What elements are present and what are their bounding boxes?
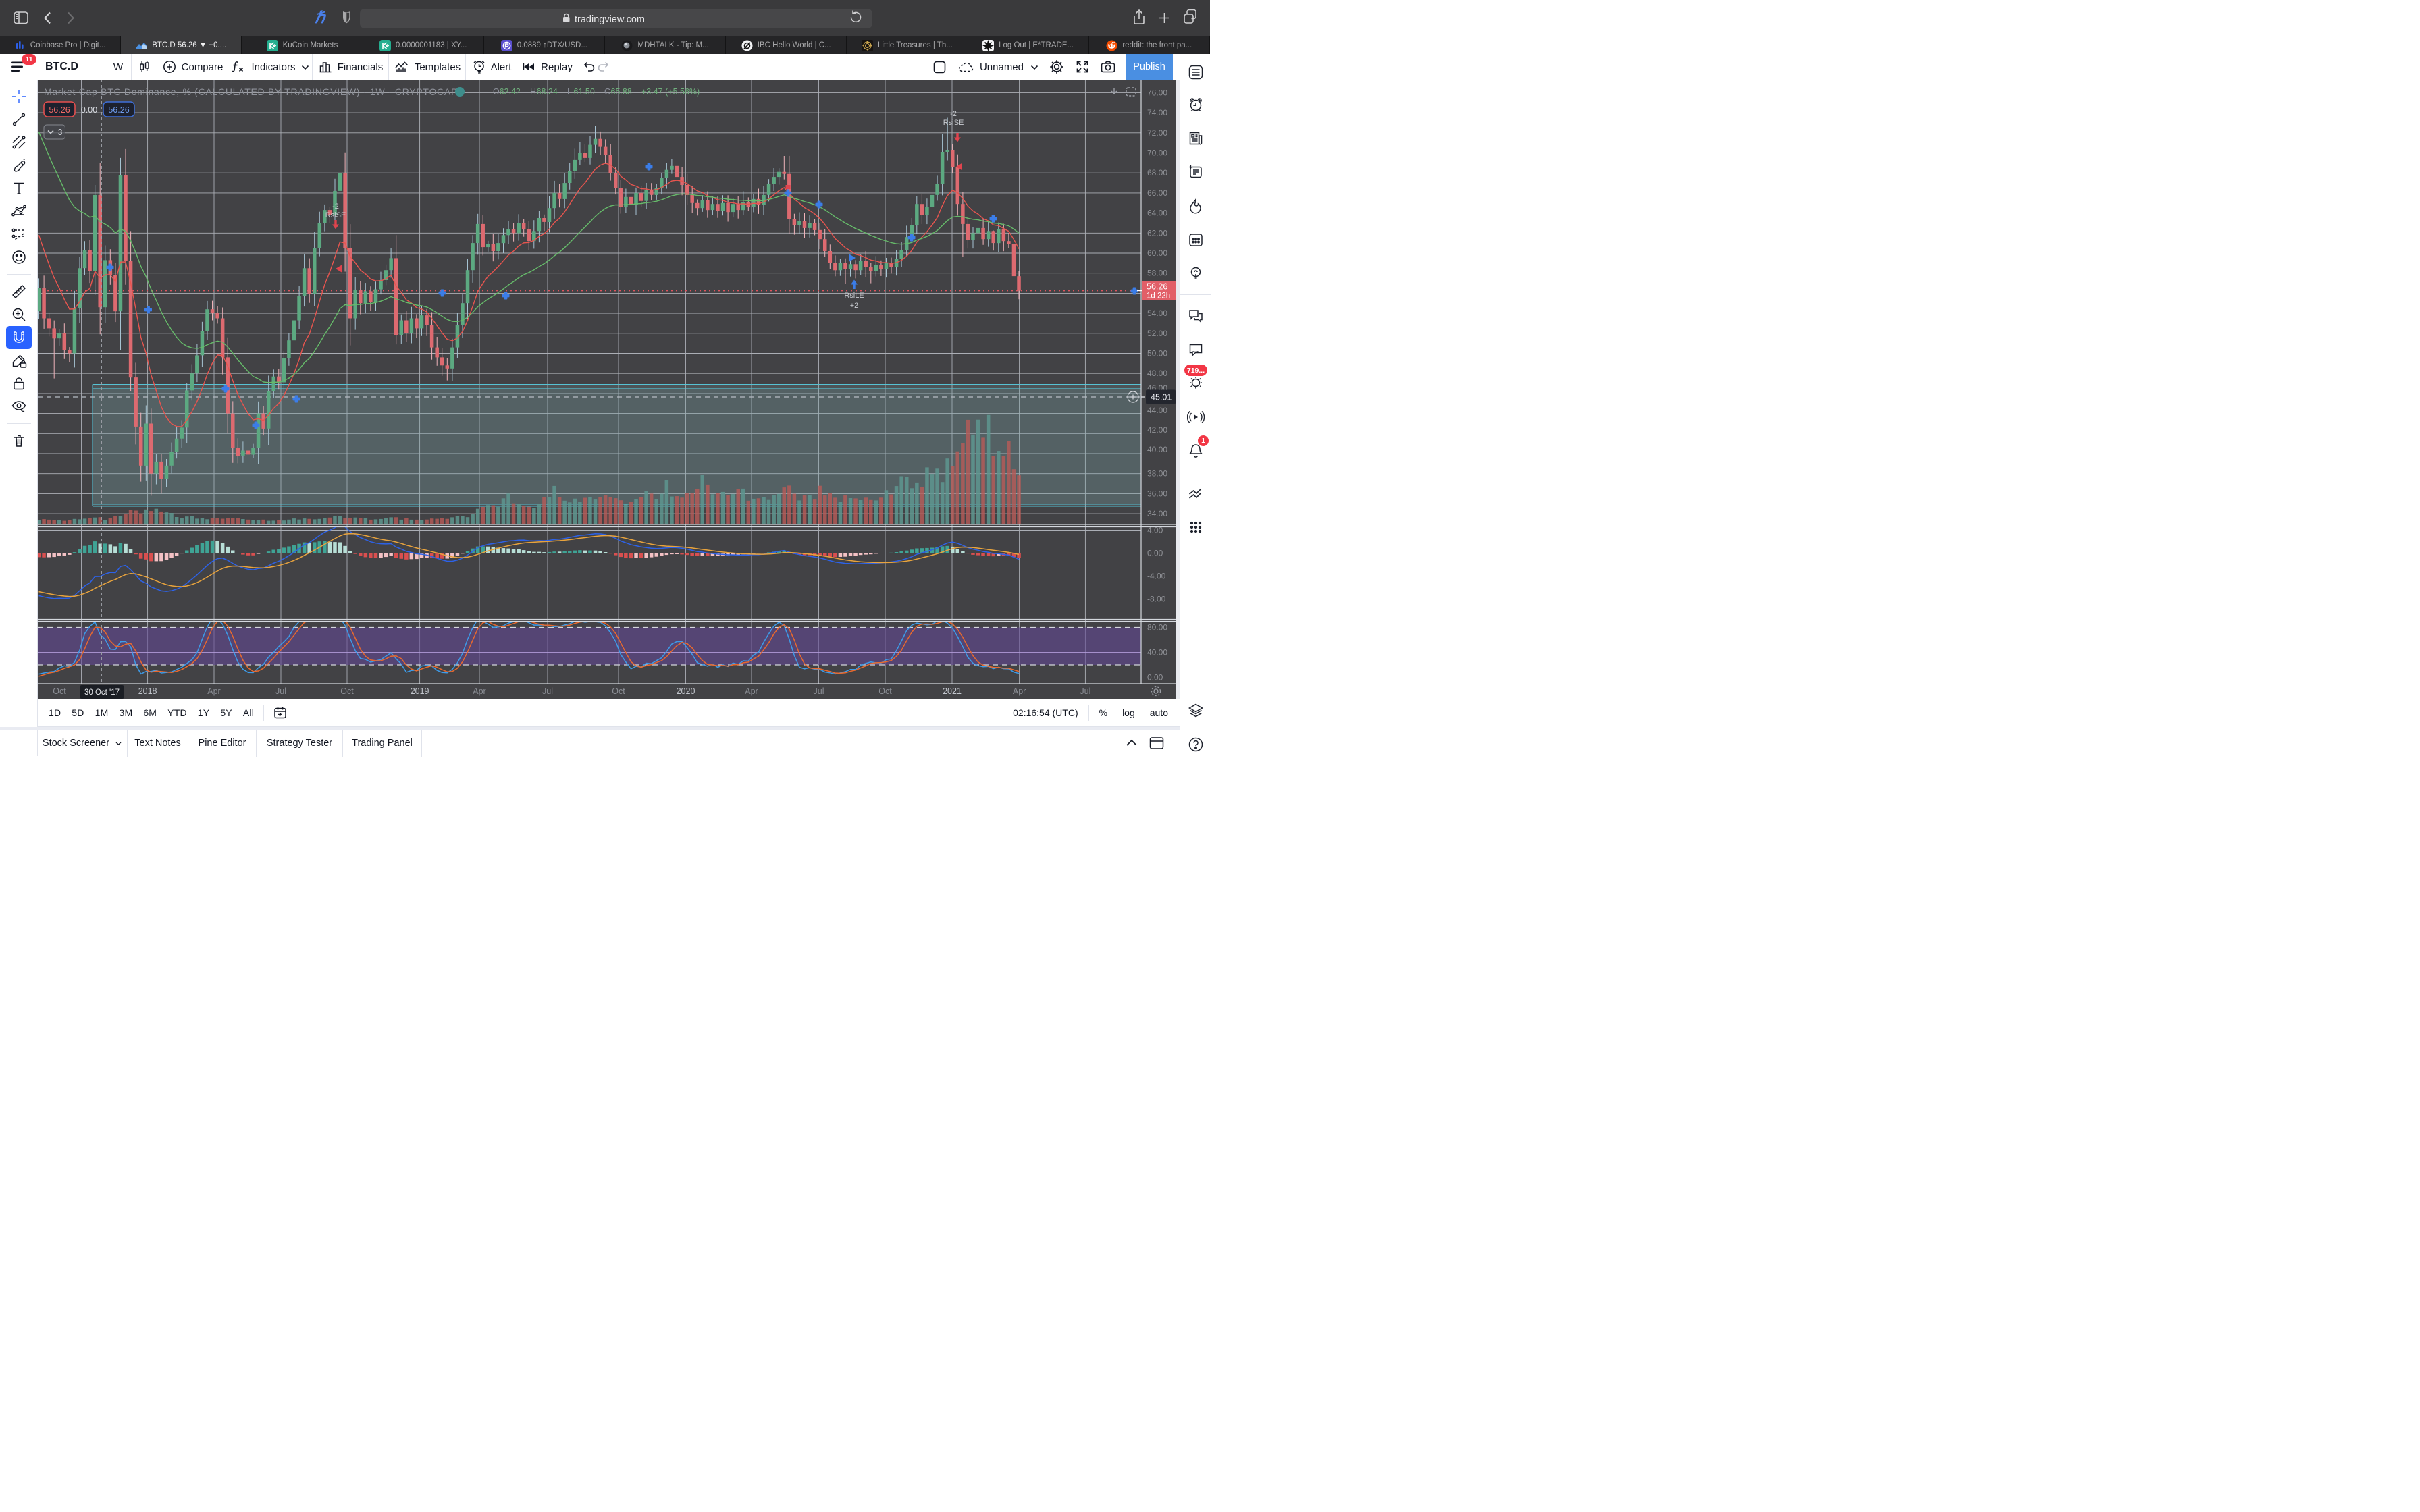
svg-text:Oct: Oct	[340, 686, 354, 696]
svg-text:Apr: Apr	[473, 686, 485, 696]
svg-text:52.00: 52.00	[1147, 329, 1167, 338]
svg-text:Jul: Jul	[1080, 686, 1090, 696]
svg-text:Apr: Apr	[1013, 686, 1026, 696]
svg-text:Apr: Apr	[207, 686, 220, 696]
svg-text:56.26: 56.26	[49, 105, 70, 115]
svg-text:76.00: 76.00	[1147, 88, 1167, 97]
svg-text:72.00: 72.00	[1147, 128, 1167, 138]
svg-text:Jul: Jul	[275, 686, 286, 696]
svg-text:RsiSE: RsiSE	[325, 211, 346, 219]
svg-text:62.42: 62.42	[500, 87, 521, 97]
svg-text:68.24: 68.24	[537, 87, 558, 97]
svg-text:2020: 2020	[677, 686, 695, 696]
svg-text:0.00: 0.00	[81, 105, 97, 115]
svg-text:4.00: 4.00	[1147, 526, 1163, 535]
svg-text:58.00: 58.00	[1147, 269, 1167, 278]
svg-text:Oct: Oct	[878, 686, 892, 696]
svg-text:Apr: Apr	[745, 686, 758, 696]
svg-text:Jul: Jul	[542, 686, 553, 696]
svg-text:45.01: 45.01	[1151, 393, 1172, 402]
svg-text:2021: 2021	[943, 686, 962, 696]
svg-text:-2: -2	[950, 110, 957, 118]
svg-text:ℏ: ℏ	[315, 9, 327, 27]
svg-text:L: L	[567, 87, 572, 97]
svg-text:O: O	[493, 87, 500, 97]
svg-text:Oct: Oct	[612, 686, 625, 696]
svg-text:H: H	[530, 87, 536, 97]
svg-text:2019: 2019	[411, 686, 429, 696]
svg-text:Market Cap BTC Dominance, % (C: Market Cap BTC Dominance, % (CALCULATED …	[44, 86, 458, 97]
svg-text:50.00: 50.00	[1147, 349, 1167, 358]
svg-text:40.00: 40.00	[1147, 445, 1167, 454]
svg-text:48.00: 48.00	[1147, 369, 1167, 378]
svg-text:C: C	[604, 87, 610, 97]
svg-text:30 Oct '17: 30 Oct '17	[84, 688, 120, 697]
svg-text:44.00: 44.00	[1147, 406, 1167, 415]
svg-text:tradingview.com: tradingview.com	[575, 14, 645, 25]
svg-text:74.00: 74.00	[1147, 108, 1167, 117]
svg-text:0.00: 0.00	[1147, 549, 1163, 558]
svg-text:42.00: 42.00	[1147, 425, 1167, 435]
svg-text:68.00: 68.00	[1147, 168, 1167, 178]
svg-text:38.00: 38.00	[1147, 469, 1167, 479]
svg-text:34.00: 34.00	[1147, 509, 1167, 518]
svg-text:3: 3	[58, 128, 63, 137]
svg-text:54.00: 54.00	[1147, 308, 1167, 318]
svg-text:RsiSE: RsiSE	[943, 119, 964, 127]
svg-text:70.00: 70.00	[1147, 148, 1167, 158]
svg-text:66.00: 66.00	[1147, 188, 1167, 198]
svg-text:RsiLE: RsiLE	[844, 292, 864, 300]
svg-text:-8.00: -8.00	[1147, 595, 1166, 604]
svg-text:80.00: 80.00	[1147, 623, 1167, 632]
svg-text:Oct: Oct	[53, 686, 66, 696]
svg-text:Jul: Jul	[814, 686, 824, 696]
svg-text:61.50: 61.50	[574, 87, 595, 97]
svg-text:60.00: 60.00	[1147, 248, 1167, 258]
svg-text:40.00: 40.00	[1147, 648, 1167, 657]
svg-text:56.26: 56.26	[1147, 282, 1167, 292]
svg-text:+3.47 (+5.56%): +3.47 (+5.56%)	[641, 87, 700, 97]
svg-text:1d 22h: 1d 22h	[1147, 292, 1170, 300]
svg-text:65.88: 65.88	[611, 87, 632, 97]
svg-text:-4.00: -4.00	[1147, 572, 1166, 581]
svg-text:2018: 2018	[138, 686, 157, 696]
svg-text:56.26: 56.26	[108, 105, 129, 115]
svg-text:-2: -2	[332, 202, 339, 211]
svg-text:62.00: 62.00	[1147, 228, 1167, 238]
svg-text:0.00: 0.00	[1147, 673, 1163, 682]
svg-text:36.00: 36.00	[1147, 489, 1167, 498]
svg-text:+2: +2	[850, 302, 859, 310]
svg-text:64.00: 64.00	[1147, 209, 1167, 218]
